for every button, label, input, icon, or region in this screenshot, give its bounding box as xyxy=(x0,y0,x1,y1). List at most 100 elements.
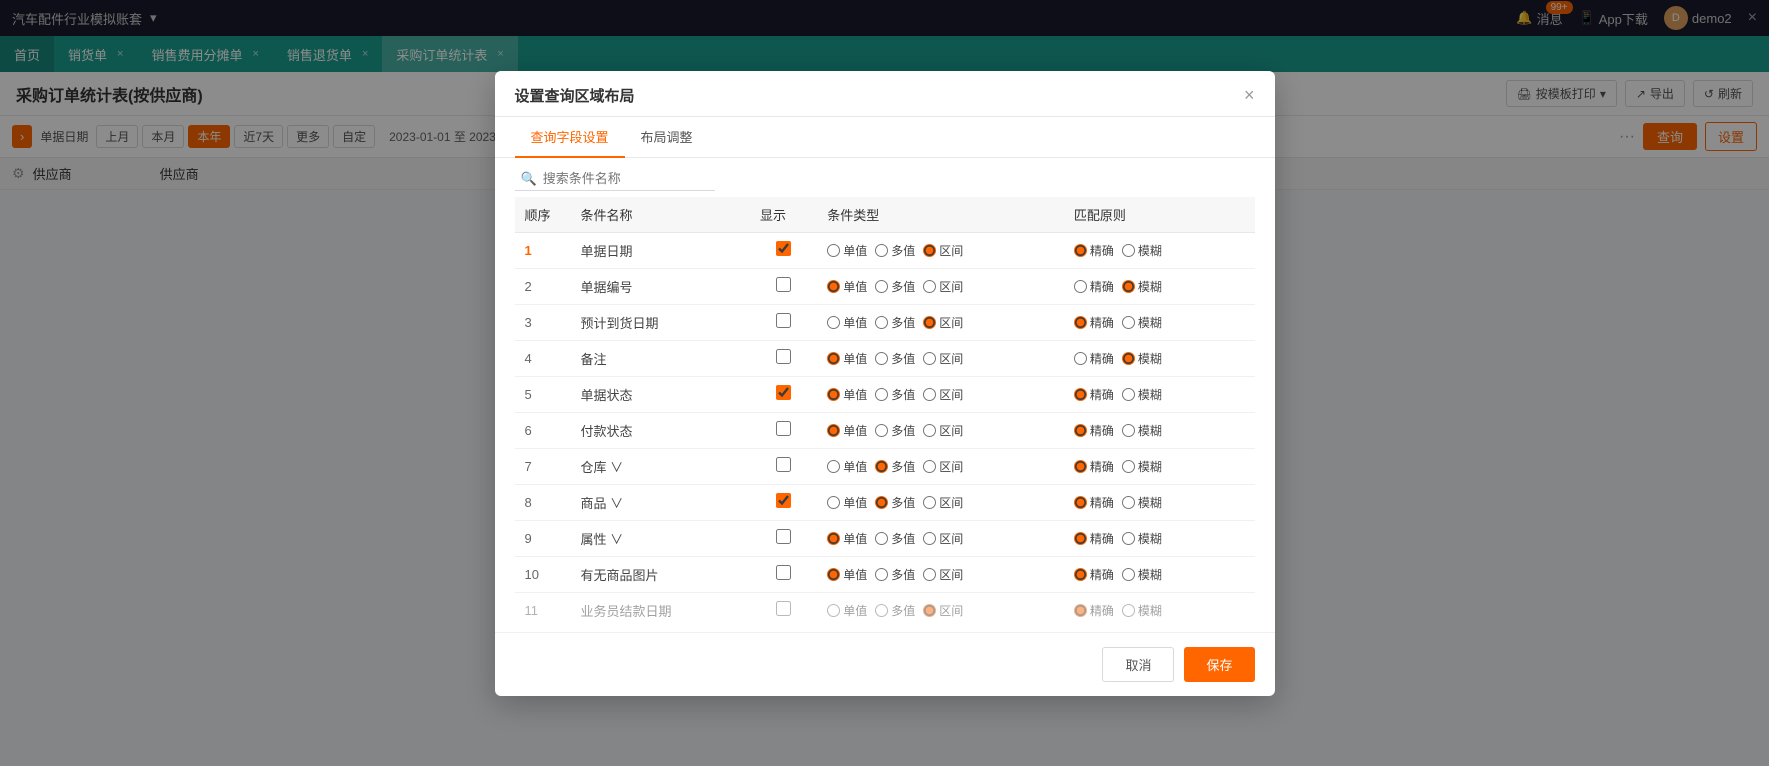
cell-name: 预计到货日期 xyxy=(571,304,750,340)
cell-match: 精确模糊 xyxy=(1064,592,1255,628)
show-checkbox[interactable] xyxy=(776,421,791,436)
radio-item-type_range[interactable]: 区间 xyxy=(923,350,963,367)
radio-item-type_single[interactable]: 单值 xyxy=(827,602,867,619)
radio-item-match_exact[interactable]: 精确 xyxy=(1074,242,1114,259)
radio-item-type_range[interactable]: 区间 xyxy=(923,278,963,295)
radio-item-type_range[interactable]: 区间 xyxy=(923,458,963,475)
radio-item-type_range[interactable]: 区间 xyxy=(923,386,963,403)
radio-item-type_range[interactable]: 区间 xyxy=(923,242,963,259)
table-row: 8商品 ∨单值多值区间精确模糊 xyxy=(515,484,1255,520)
cell-name: 业务员结款日期 xyxy=(571,592,750,628)
table-row: 1单据日期单值多值区间精确模糊 xyxy=(515,232,1255,268)
radio-item-type_multi[interactable]: 多值 xyxy=(875,602,915,619)
radio-item-type_range[interactable]: 区间 xyxy=(923,494,963,511)
radio-item-match_exact[interactable]: 精确 xyxy=(1074,530,1114,547)
cell-show xyxy=(750,484,817,520)
show-checkbox[interactable] xyxy=(776,565,791,580)
radio-item-type_single[interactable]: 单值 xyxy=(827,494,867,511)
radio-item-match_exact[interactable]: 精确 xyxy=(1074,458,1114,475)
table-row: 4备注单值多值区间精确模糊 xyxy=(515,340,1255,376)
radio-item-match_fuzzy[interactable]: 模糊 xyxy=(1122,566,1162,583)
search-input[interactable] xyxy=(543,171,703,186)
radio-item-type_single[interactable]: 单值 xyxy=(827,566,867,583)
radio-item-match_fuzzy[interactable]: 模糊 xyxy=(1122,350,1162,367)
radio-item-match_exact[interactable]: 精确 xyxy=(1074,566,1114,583)
radio-item-type_multi[interactable]: 多值 xyxy=(875,350,915,367)
radio-item-match_exact[interactable]: 精确 xyxy=(1074,314,1114,331)
radio-item-type_multi[interactable]: 多值 xyxy=(875,278,915,295)
cancel-button[interactable]: 取消 xyxy=(1102,647,1174,682)
radio-item-type_single[interactable]: 单值 xyxy=(827,278,867,295)
radio-item-type_single[interactable]: 单值 xyxy=(827,350,867,367)
cell-order: 7 xyxy=(515,448,571,484)
cell-match: 精确模糊 xyxy=(1064,412,1255,448)
save-button[interactable]: 保存 xyxy=(1184,647,1254,682)
show-checkbox[interactable] xyxy=(776,457,791,472)
modal-close-button[interactable]: × xyxy=(1244,85,1255,106)
radio-item-match_exact[interactable]: 精确 xyxy=(1074,602,1114,619)
radio-item-match_exact[interactable]: 精确 xyxy=(1074,494,1114,511)
tab-query-fields[interactable]: 查询字段设置 xyxy=(515,117,625,158)
cell-type: 单值多值区间 xyxy=(817,520,1064,556)
radio-item-type_single[interactable]: 单值 xyxy=(827,386,867,403)
radio-item-match_fuzzy[interactable]: 模糊 xyxy=(1122,602,1162,619)
table-row: 10有无商品图片单值多值区间精确模糊 xyxy=(515,556,1255,592)
show-checkbox[interactable] xyxy=(776,349,791,364)
radio-item-match_exact[interactable]: 精确 xyxy=(1074,350,1114,367)
show-checkbox[interactable] xyxy=(776,277,791,292)
radio-item-type_range[interactable]: 区间 xyxy=(923,314,963,331)
cell-show xyxy=(750,376,817,412)
radio-item-type_multi[interactable]: 多值 xyxy=(875,314,915,331)
radio-item-match_fuzzy[interactable]: 模糊 xyxy=(1122,386,1162,403)
radio-item-match_fuzzy[interactable]: 模糊 xyxy=(1122,530,1162,547)
radio-item-match_fuzzy[interactable]: 模糊 xyxy=(1122,278,1162,295)
cell-type: 单值多值区间 xyxy=(817,232,1064,268)
modal-header: 设置查询区域布局 × xyxy=(495,71,1275,117)
radio-item-match_exact[interactable]: 精确 xyxy=(1074,422,1114,439)
radio-item-type_single[interactable]: 单值 xyxy=(827,242,867,259)
tab-layout-adjust[interactable]: 布局调整 xyxy=(625,117,709,158)
th-match: 匹配原则 xyxy=(1064,197,1255,233)
radio-item-type_single[interactable]: 单值 xyxy=(827,530,867,547)
cell-name: 单据日期 xyxy=(571,232,750,268)
cell-show xyxy=(750,340,817,376)
radio-item-type_single[interactable]: 单值 xyxy=(827,314,867,331)
show-checkbox[interactable] xyxy=(776,385,791,400)
radio-item-type_multi[interactable]: 多值 xyxy=(875,386,915,403)
radio-item-match_fuzzy[interactable]: 模糊 xyxy=(1122,422,1162,439)
radio-item-type_range[interactable]: 区间 xyxy=(923,422,963,439)
cell-match: 精确模糊 xyxy=(1064,304,1255,340)
show-checkbox[interactable] xyxy=(776,529,791,544)
radio-item-type_single[interactable]: 单值 xyxy=(827,458,867,475)
radio-item-type_single[interactable]: 单值 xyxy=(827,422,867,439)
table-row: 3预计到货日期单值多值区间精确模糊 xyxy=(515,304,1255,340)
radio-item-match_exact[interactable]: 精确 xyxy=(1074,386,1114,403)
show-checkbox[interactable] xyxy=(776,241,791,256)
radio-item-type_multi[interactable]: 多值 xyxy=(875,422,915,439)
radio-item-type_multi[interactable]: 多值 xyxy=(875,530,915,547)
show-checkbox[interactable] xyxy=(776,493,791,508)
radio-item-type_range[interactable]: 区间 xyxy=(923,602,963,619)
show-checkbox[interactable] xyxy=(776,601,791,616)
radio-item-type_multi[interactable]: 多值 xyxy=(875,494,915,511)
radio-item-match_fuzzy[interactable]: 模糊 xyxy=(1122,494,1162,511)
show-checkbox[interactable] xyxy=(776,313,791,328)
table-row: 5单据状态单值多值区间精确模糊 xyxy=(515,376,1255,412)
radio-item-type_range[interactable]: 区间 xyxy=(923,566,963,583)
radio-item-match_exact[interactable]: 精确 xyxy=(1074,278,1114,295)
cell-show xyxy=(750,556,817,592)
radio-item-type_multi[interactable]: 多值 xyxy=(875,566,915,583)
radio-item-match_fuzzy[interactable]: 模糊 xyxy=(1122,458,1162,475)
radio-item-match_fuzzy[interactable]: 模糊 xyxy=(1122,242,1162,259)
radio-item-type_range[interactable]: 区间 xyxy=(923,530,963,547)
cell-type: 单值多值区间 xyxy=(817,376,1064,412)
radio-item-type_multi[interactable]: 多值 xyxy=(875,458,915,475)
cell-type: 单值多值区间 xyxy=(817,592,1064,628)
cell-match: 精确模糊 xyxy=(1064,520,1255,556)
cell-type: 单值多值区间 xyxy=(817,412,1064,448)
radio-item-match_fuzzy[interactable]: 模糊 xyxy=(1122,314,1162,331)
radio-item-type_multi[interactable]: 多值 xyxy=(875,242,915,259)
table-row: 11业务员结款日期单值多值区间精确模糊 xyxy=(515,592,1255,628)
th-name: 条件名称 xyxy=(571,197,750,233)
search-icon: 🔍 xyxy=(521,171,537,187)
